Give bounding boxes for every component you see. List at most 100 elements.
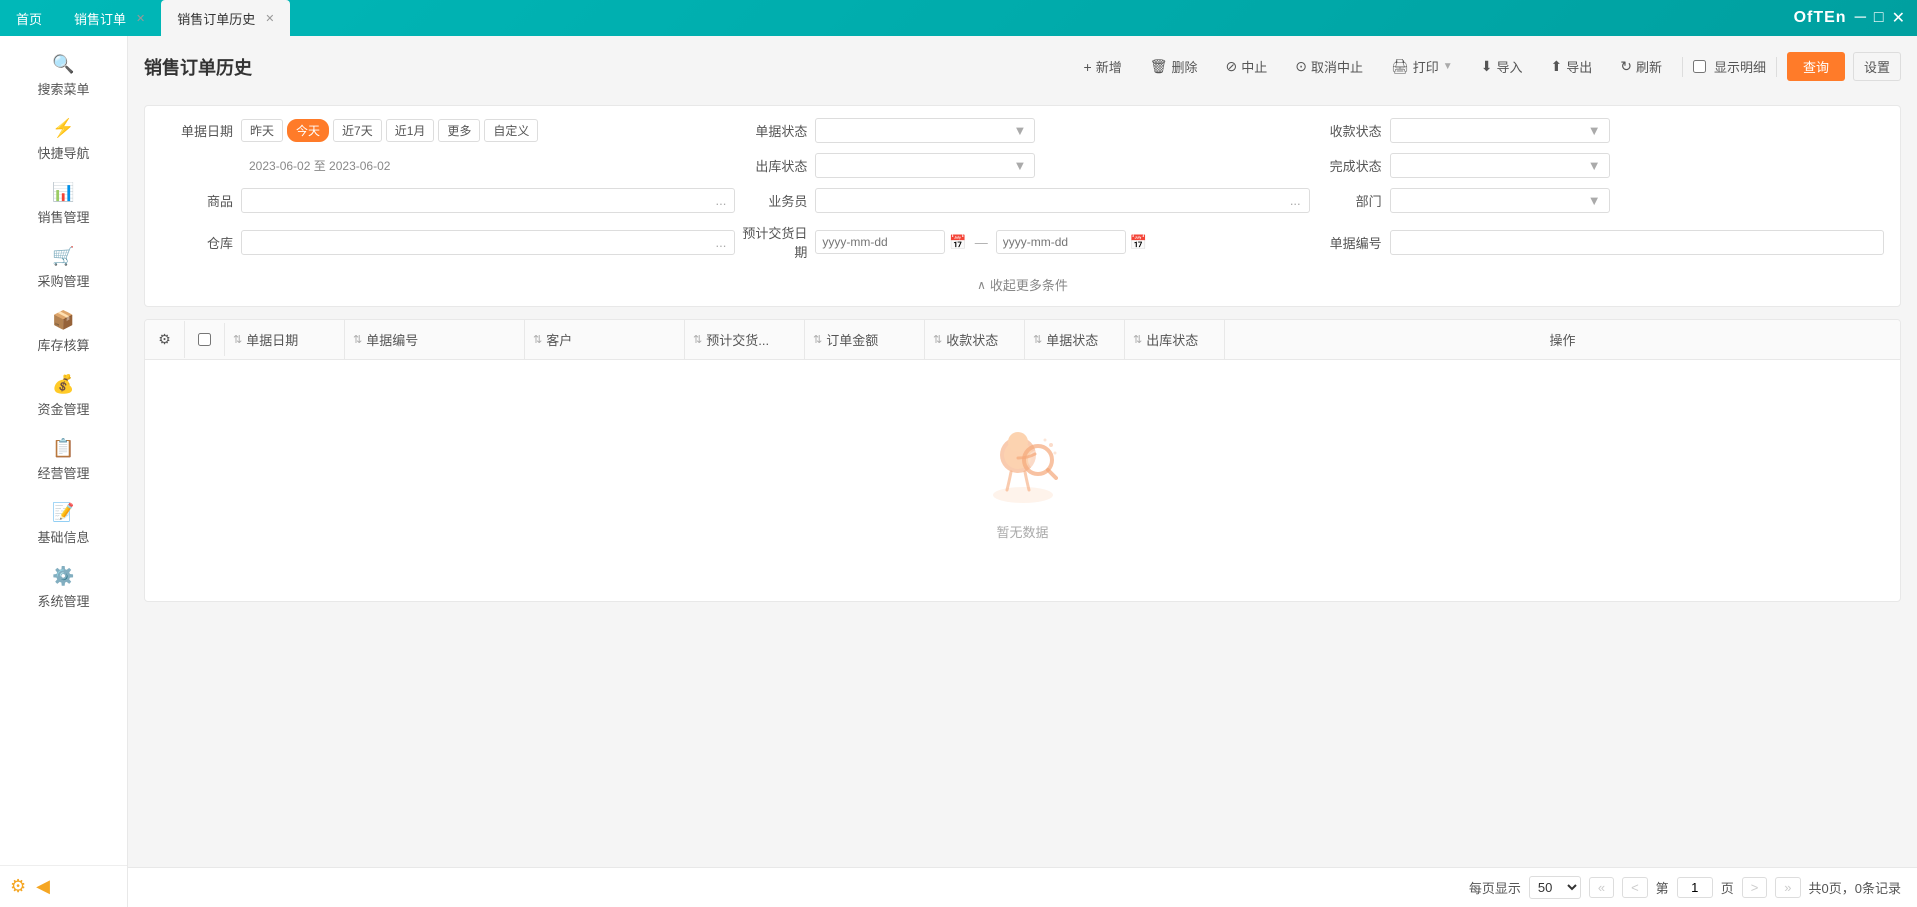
sidebar-item-basic-info[interactable]: 📝 基础信息 xyxy=(0,492,127,556)
import-button[interactable]: ⬇ 导入 xyxy=(1471,53,1533,80)
export-button[interactable]: ⬆ 导出 xyxy=(1540,53,1602,80)
order-status-select[interactable]: ▼ xyxy=(815,118,1035,143)
delete-button[interactable]: 🗑 删除 xyxy=(1140,53,1208,80)
table-container: ⚙ ⇅ 单据日期 ⇅ 单据编号 ⇅ 客户 ⇅ xyxy=(144,319,1901,602)
tab-sales-order[interactable]: 销售订单 ✕ xyxy=(58,0,161,36)
add-button[interactable]: + 新增 xyxy=(1074,53,1132,80)
complete-status-select[interactable]: ▼ xyxy=(1390,153,1610,178)
select-all-checkbox[interactable] xyxy=(198,333,211,346)
sidebar-item-inventory[interactable]: 📦 库存核算 xyxy=(0,300,127,364)
display-columns-label: 显示明细 xyxy=(1714,57,1766,76)
prev-page-btn[interactable]: < xyxy=(1622,877,1648,898)
import-label: 导入 xyxy=(1496,57,1522,76)
main-layout: 🔍 搜索菜单 ⚡ 快捷导航 📊 销售管理 🛒 采购管理 📦 库存核算 💰 资金管… xyxy=(0,36,1917,907)
sidebar-item-quick-nav-label: 快捷导航 xyxy=(37,143,89,162)
today-btn[interactable]: 今天 xyxy=(287,119,329,142)
custom-btn[interactable]: 自定义 xyxy=(484,119,538,142)
delivery-date-from-input[interactable] xyxy=(815,230,945,254)
warehouse-select[interactable]: ... xyxy=(241,230,735,255)
salesperson-select[interactable]: ... xyxy=(815,188,1309,213)
th-storage-status[interactable]: ⇅ 出库状态 xyxy=(1125,320,1225,359)
tab-home[interactable]: 首页 xyxy=(0,0,58,36)
th-amount-label: 订单金额 xyxy=(826,330,878,349)
basic-info-icon: 📝 xyxy=(52,502,74,523)
order-no-input[interactable] xyxy=(1390,230,1884,255)
sidebar-item-operations[interactable]: 📋 经营管理 xyxy=(0,428,127,492)
delivery-status-select[interactable]: ▼ xyxy=(815,153,1035,178)
sidebar-settings-icon[interactable]: ⚙ xyxy=(10,876,26,897)
th-payment-status[interactable]: ⇅ 收款状态 xyxy=(925,320,1025,359)
display-columns-checkbox[interactable]: 显示明细 xyxy=(1693,57,1766,76)
sidebar-item-system-mgmt[interactable]: ⚙️ 系统管理 xyxy=(0,556,127,620)
next-page-btn[interactable]: > xyxy=(1742,877,1768,898)
payment-status-dropdown-icon: ▼ xyxy=(1588,123,1601,138)
sidebar-collapse-icon[interactable]: ◀ xyxy=(36,876,50,897)
th-settings[interactable]: ⚙ xyxy=(145,321,185,358)
th-order-status[interactable]: ⇅ 单据状态 xyxy=(1025,320,1125,359)
sidebar-item-finance[interactable]: 💰 资金管理 xyxy=(0,364,127,428)
sidebar-item-purchase-mgmt[interactable]: 🛒 采购管理 xyxy=(0,236,127,300)
filter-order-status-col: 单据状态 ▼ xyxy=(735,118,1309,143)
sidebar-item-sales-mgmt[interactable]: 📊 销售管理 xyxy=(0,172,127,236)
department-select[interactable]: ▼ xyxy=(1390,188,1610,213)
top-bar: 首页 销售订单 ✕ 销售订单历史 ✕ OfTEn ─ □ ✕ xyxy=(0,0,1917,36)
page-number-input[interactable] xyxy=(1677,877,1713,898)
print-button[interactable]: 🖨 打印 ▼ xyxy=(1381,53,1463,80)
complete-status-dropdown-icon: ▼ xyxy=(1588,158,1601,173)
delivery-date-to-input[interactable] xyxy=(996,230,1126,254)
sort-icon-order-no: ⇅ xyxy=(353,333,362,346)
display-columns-input[interactable] xyxy=(1693,60,1706,73)
tab-sales-order-close[interactable]: ✕ xyxy=(136,12,145,25)
refresh-button[interactable]: ↻ 刷新 xyxy=(1610,53,1672,80)
sidebar-item-quick-nav[interactable]: ⚡ 快捷导航 xyxy=(0,108,127,172)
sidebar-item-search-menu[interactable]: 🔍 搜索菜单 xyxy=(0,44,127,108)
th-amount[interactable]: ⇅ 订单金额 xyxy=(805,320,925,359)
delivery-date-label: 预计交货日期 xyxy=(735,223,815,261)
th-order-no[interactable]: ⇅ 单据编号 xyxy=(345,320,525,359)
pagination-bar: 每页显示 50 10 20 100 « < 第 页 > » 共0页，0条记录 xyxy=(128,867,1917,907)
brand-text: OfTEn xyxy=(1794,9,1847,27)
th-delivery-date[interactable]: ⇅ 预计交货... xyxy=(685,320,805,359)
product-select[interactable]: ... xyxy=(241,188,735,213)
per-page-select[interactable]: 50 10 20 100 xyxy=(1529,876,1581,899)
calendar-from-icon[interactable]: 📅 xyxy=(949,234,966,251)
tab-sales-order-history[interactable]: 销售订单历史 ✕ xyxy=(161,0,290,36)
payment-status-select[interactable]: ▼ xyxy=(1390,118,1610,143)
close-btn[interactable]: ✕ xyxy=(1892,8,1905,28)
toolbar-divider2 xyxy=(1776,57,1777,77)
calendar-to-icon[interactable]: 📅 xyxy=(1130,234,1147,251)
th-customer-label: 客户 xyxy=(546,330,572,349)
th-storage-label: 出库状态 xyxy=(1146,330,1198,349)
stop-button[interactable]: ⊘ 中止 xyxy=(1216,53,1278,80)
maximize-btn[interactable]: □ xyxy=(1874,9,1884,27)
more-btn[interactable]: 更多 xyxy=(438,119,480,142)
salesperson-dots[interactable]: ... xyxy=(1290,193,1301,208)
first-page-btn[interactable]: « xyxy=(1589,877,1614,898)
minimize-btn[interactable]: ─ xyxy=(1855,9,1866,27)
order-status-label: 单据状态 xyxy=(735,121,815,140)
tab-sales-order-history-close[interactable]: ✕ xyxy=(265,12,274,25)
7days-btn[interactable]: 近7天 xyxy=(333,119,382,142)
print-dropdown-icon: ▼ xyxy=(1443,61,1453,72)
collapse-btn[interactable]: ∧ 收起更多条件 xyxy=(977,275,1068,294)
cancel-stop-button[interactable]: ⊙ 取消中止 xyxy=(1285,53,1373,80)
sort-icon-order-status: ⇅ xyxy=(1033,333,1042,346)
product-dots[interactable]: ... xyxy=(715,193,726,208)
sidebar-item-purchase-mgmt-label: 采购管理 xyxy=(37,271,89,290)
th-date[interactable]: ⇅ 单据日期 xyxy=(225,320,345,359)
sidebar-item-operations-label: 经营管理 xyxy=(37,463,89,482)
empty-illustration xyxy=(973,420,1073,510)
th-checkbox[interactable] xyxy=(185,323,225,356)
yesterday-btn[interactable]: 昨天 xyxy=(241,119,283,142)
warehouse-dots[interactable]: ... xyxy=(715,235,726,250)
toolbar-divider xyxy=(1682,57,1683,77)
refresh-label: 刷新 xyxy=(1636,57,1662,76)
empty-state: 暂无数据 xyxy=(145,360,1900,601)
query-button[interactable]: 查询 xyxy=(1787,52,1845,81)
settings-button[interactable]: 设置 xyxy=(1853,52,1901,81)
th-customer[interactable]: ⇅ 客户 xyxy=(525,320,685,359)
last-page-btn[interactable]: » xyxy=(1775,877,1800,898)
1month-btn[interactable]: 近1月 xyxy=(386,119,435,142)
filter-delivery-status-col: 出库状态 ▼ xyxy=(735,153,1309,178)
sidebar: 🔍 搜索菜单 ⚡ 快捷导航 📊 销售管理 🛒 采购管理 📦 库存核算 💰 资金管… xyxy=(0,36,128,907)
